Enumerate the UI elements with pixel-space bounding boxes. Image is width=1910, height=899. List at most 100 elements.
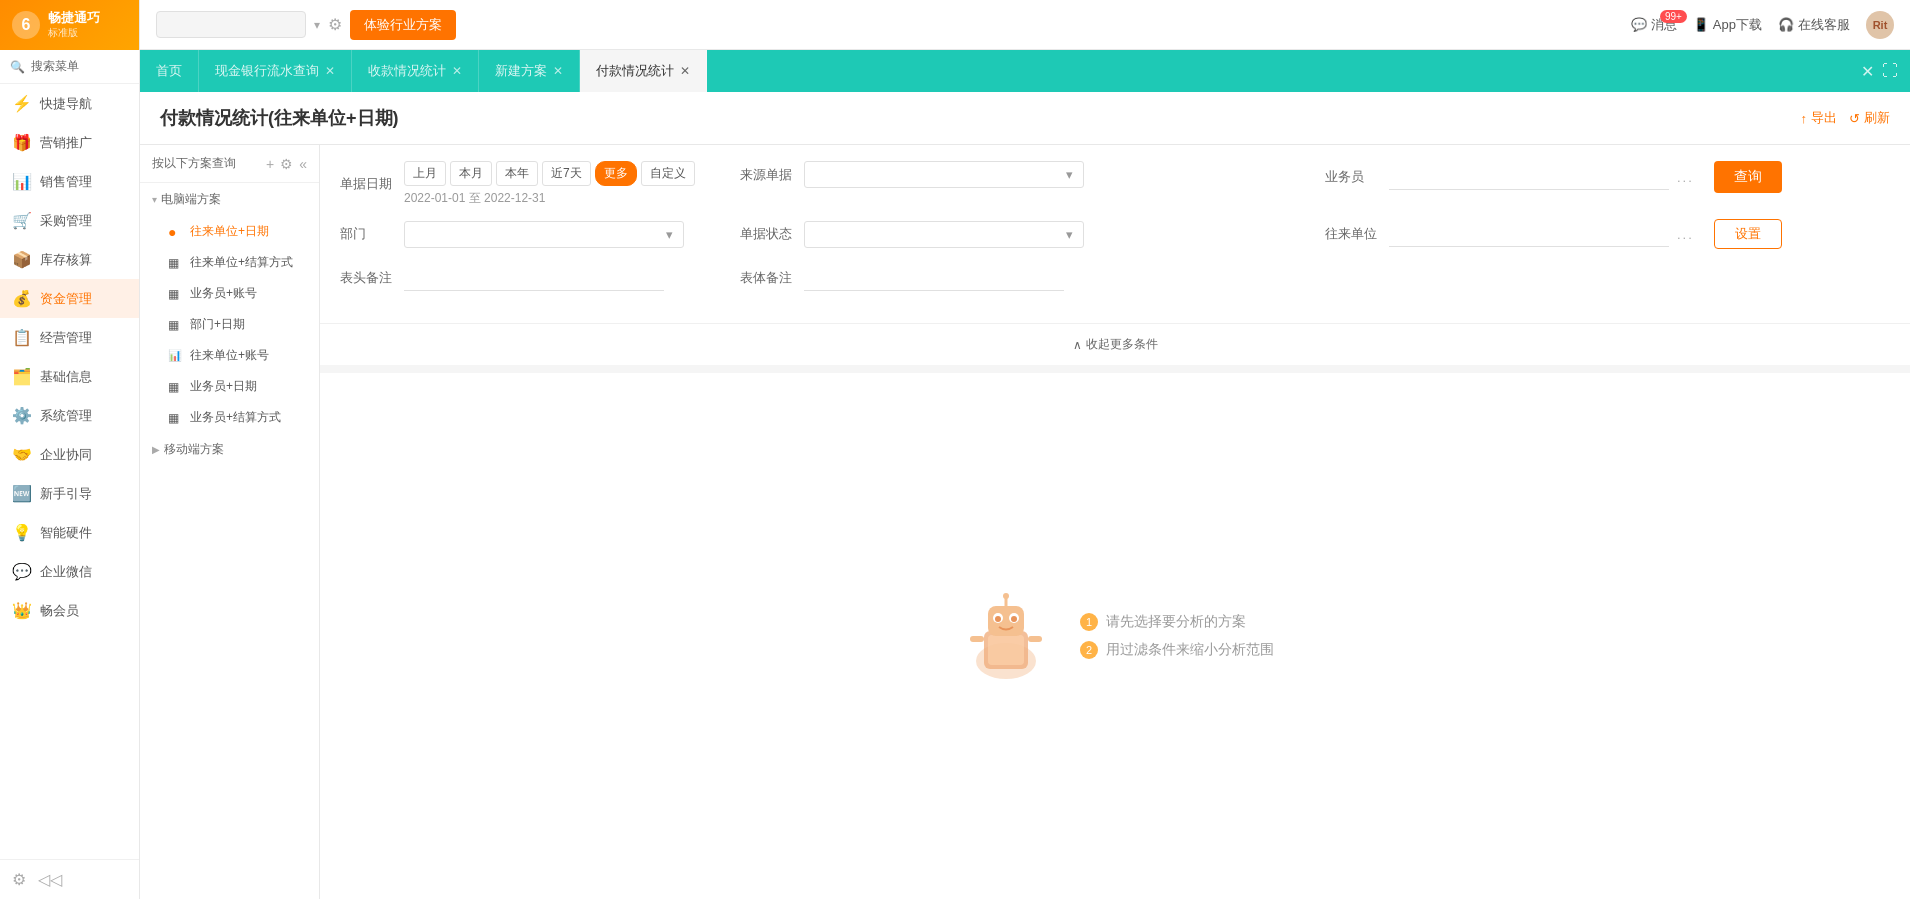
filter-panel-wrapper: 单据日期 上月 本月 本年 近7天 更多 自定义 [320, 145, 1910, 365]
empty-text-area: 1 请先选择要分析的方案 2 用过滤条件来缩小分析范围 [1080, 613, 1274, 659]
service-label: 在线客服 [1798, 16, 1850, 34]
tab-new-scheme-close-icon[interactable]: ✕ [553, 64, 563, 78]
tab-payment-stat[interactable]: 付款情况统计 ✕ [580, 50, 707, 92]
search-icon: 🔍 [10, 60, 25, 74]
collapse-more-conditions[interactable]: ∧ 收起更多条件 [320, 323, 1910, 365]
scheme-item-salesman-date[interactable]: ▦ 业务员+日期 [140, 371, 319, 402]
tab-new-scheme[interactable]: 新建方案 ✕ [479, 50, 580, 92]
sidebar-item-guide[interactable]: 🆕 新手引导 [0, 474, 139, 513]
salesman-input[interactable] [1389, 164, 1669, 190]
tab-bank-flow[interactable]: 现金银行流水查询 ✕ [199, 50, 352, 92]
date-more-btn[interactable]: 更多 [595, 161, 637, 186]
partner-input[interactable] [1389, 221, 1669, 247]
export-button[interactable]: ↑ 导出 [1801, 109, 1838, 127]
sidebar-item-enterprise[interactable]: 🤝 企业协同 [0, 435, 139, 474]
trial-button[interactable]: 体验行业方案 [350, 10, 456, 40]
scheme-mobile-category[interactable]: ▶ 移动端方案 [140, 433, 319, 466]
tab-bar: 首页 现金银行流水查询 ✕ 收款情况统计 ✕ 新建方案 ✕ 付款情况统计 ✕ ✕… [140, 50, 1910, 92]
guide-icon: 🆕 [12, 484, 32, 503]
scheme-table4-icon: ▦ [168, 380, 184, 394]
scheme-active-icon: ● [168, 224, 184, 240]
sidebar-item-capital[interactable]: 💰 资金管理 [0, 279, 139, 318]
filter-area: 单据日期 上月 本月 本年 近7天 更多 自定义 [320, 145, 1910, 899]
scheme-item-salesman-account[interactable]: ▦ 业务员+账号 [140, 278, 319, 309]
tab-income-stat[interactable]: 收款情况统计 ✕ [352, 50, 479, 92]
sidebar-item-vip[interactable]: 👑 畅会员 [0, 591, 139, 630]
tab-home[interactable]: 首页 [140, 50, 199, 92]
sidebar-item-marketing[interactable]: 🎁 营销推广 [0, 123, 139, 162]
date-this-month-btn[interactable]: 本月 [450, 161, 492, 186]
scheme-panel: 按以下方案查询 + ⚙ « ▾ 电脑端方案 ● 往来单位+日期 [140, 145, 320, 899]
scheme-collapse-icon[interactable]: « [299, 156, 307, 172]
query-button[interactable]: 查询 [1714, 161, 1782, 193]
scheme-item-label: 往来单位+日期 [190, 223, 269, 240]
sidebar-item-operation[interactable]: 📋 经营管理 [0, 318, 139, 357]
salesman-dots[interactable]: ... [1677, 170, 1694, 185]
sidebar-item-inventory[interactable]: 📦 库存核算 [0, 240, 139, 279]
date-custom-btn[interactable]: 自定义 [641, 161, 695, 186]
sidebar-nav: ⚡ 快捷导航 🎁 营销推广 📊 销售管理 🛒 采购管理 📦 库存核算 💰 资金管… [0, 84, 139, 859]
app-download-button[interactable]: 📱 App下载 [1693, 16, 1762, 34]
scheme-item-unit-settle[interactable]: ▦ 往来单位+结算方式 [140, 247, 319, 278]
tab-maximize-icon[interactable]: ⛶ [1882, 62, 1898, 80]
tab-close-all-icon[interactable]: ✕ [1861, 62, 1874, 81]
sidebar-logo[interactable]: 6 畅捷通巧 标准版 [0, 0, 139, 50]
main-panel: 按以下方案查询 + ⚙ « ▾ 电脑端方案 ● 往来单位+日期 [140, 145, 1910, 899]
scheme-item-unit-account[interactable]: 📊 往来单位+账号 [140, 340, 319, 371]
sidebar-item-label: 快捷导航 [40, 95, 92, 113]
date-last-month-btn[interactable]: 上月 [404, 161, 446, 186]
sidebar-item-label: 采购管理 [40, 212, 92, 230]
sidebar-item-basic[interactable]: 🗂️ 基础信息 [0, 357, 139, 396]
basic-icon: 🗂️ [12, 367, 32, 386]
bill-status-select[interactable]: ▾ [804, 221, 1084, 248]
app-icon: 📱 [1693, 17, 1709, 32]
date-this-year-btn[interactable]: 本年 [496, 161, 538, 186]
messages-button[interactable]: 💬 消息 99+ [1631, 16, 1677, 34]
body-note-input[interactable] [804, 265, 1064, 291]
refresh-button[interactable]: ↺ 刷新 [1849, 109, 1890, 127]
source-filter-label: 来源单据 [740, 166, 796, 184]
scheme-settings-icon[interactable]: ⚙ [280, 156, 293, 172]
source-select[interactable]: ▾ [804, 161, 1084, 188]
scheme-item-unit-date[interactable]: ● 往来单位+日期 [140, 216, 319, 247]
collapse-sidebar-icon[interactable]: ◁◁ [38, 870, 62, 889]
scheme-item-salesman-settle[interactable]: ▦ 业务员+结算方式 [140, 402, 319, 433]
settings-bottom-icon[interactable]: ⚙ [12, 870, 26, 889]
logo-icon: 6 [12, 11, 40, 39]
sidebar-item-hardware[interactable]: 💡 智能硬件 [0, 513, 139, 552]
scheme-item-label: 业务员+日期 [190, 378, 257, 395]
scheme-item-label: 业务员+结算方式 [190, 409, 281, 426]
breadcrumb-chevron-icon[interactable]: ▾ [314, 18, 320, 32]
sidebar-item-sales[interactable]: 📊 销售管理 [0, 162, 139, 201]
scheme-add-icon[interactable]: + [266, 156, 274, 172]
sidebar-item-label: 系统管理 [40, 407, 92, 425]
header-gear-icon[interactable]: ⚙ [328, 15, 342, 34]
settings-button[interactable]: 设置 [1714, 219, 1782, 249]
scheme-item-dept-date[interactable]: ▦ 部门+日期 [140, 309, 319, 340]
online-service-button[interactable]: 🎧 在线客服 [1778, 16, 1850, 34]
svg-rect-3 [988, 606, 1024, 636]
header-note-input[interactable] [404, 265, 664, 291]
wechat-icon: 💬 [12, 562, 32, 581]
date-7days-btn[interactable]: 近7天 [542, 161, 591, 186]
user-avatar[interactable]: Rit [1866, 11, 1894, 39]
tab-income-stat-close-icon[interactable]: ✕ [452, 64, 462, 78]
search-menu[interactable]: 🔍 搜索菜单 [0, 50, 139, 84]
sidebar-item-quick-nav[interactable]: ⚡ 快捷导航 [0, 84, 139, 123]
tab-bank-flow-close-icon[interactable]: ✕ [325, 64, 335, 78]
partner-dots[interactable]: ... [1677, 227, 1694, 242]
tab-payment-stat-close-icon[interactable]: ✕ [680, 64, 690, 78]
dept-select[interactable]: ▾ [404, 221, 684, 248]
date-buttons: 上月 本月 本年 近7天 更多 自定义 [404, 161, 695, 186]
dept-filter-label: 部门 [340, 225, 396, 243]
sidebar-item-wechat[interactable]: 💬 企业微信 [0, 552, 139, 591]
sidebar-item-purchase[interactable]: 🛒 采购管理 [0, 201, 139, 240]
scheme-desktop-category[interactable]: ▾ 电脑端方案 [140, 183, 319, 216]
filter-body-note-item: 表体备注 [740, 265, 1890, 291]
sidebar-item-system[interactable]: ⚙️ 系统管理 [0, 396, 139, 435]
scheme-table-icon: ▦ [168, 256, 184, 270]
empty-hint-2: 2 用过滤条件来缩小分析范围 [1080, 641, 1274, 659]
empty-hint-1-text: 请先选择要分析的方案 [1106, 613, 1246, 631]
scheme-bar-icon: 📊 [168, 349, 184, 362]
scheme-table3-icon: ▦ [168, 318, 184, 332]
